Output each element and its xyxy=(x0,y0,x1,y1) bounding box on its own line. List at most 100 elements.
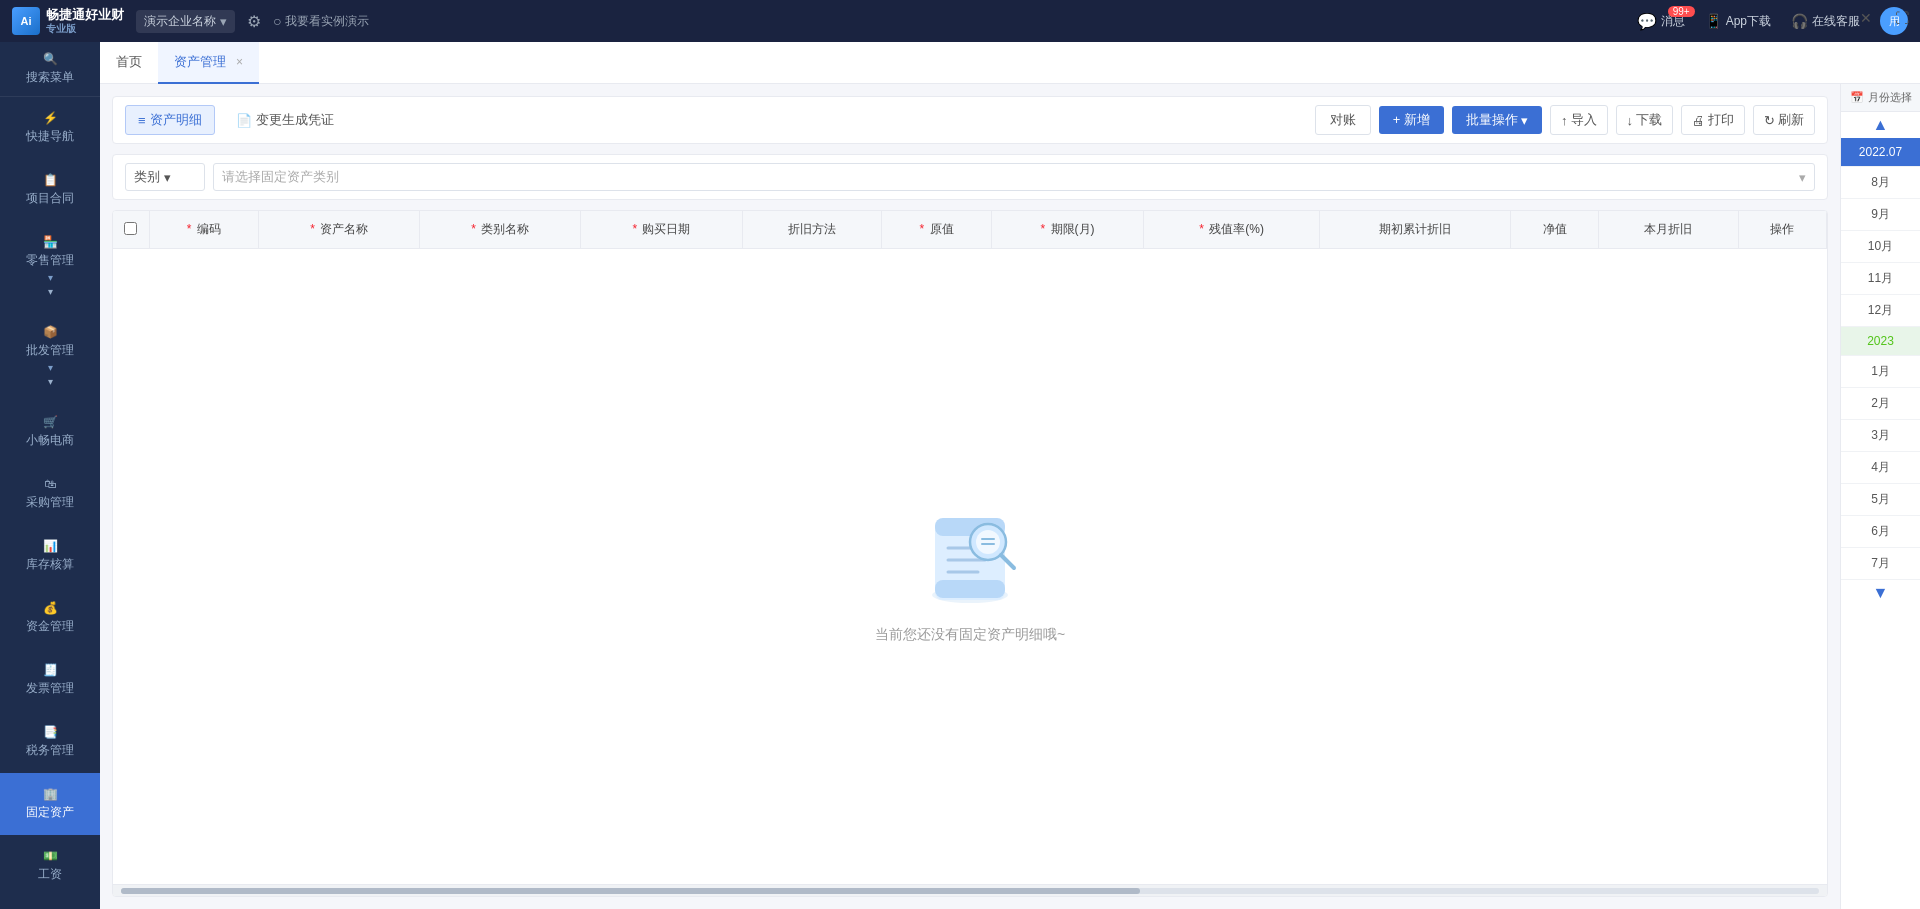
sidebar-item-invoice[interactable]: 🧾 发票管理 xyxy=(0,649,100,711)
purchase-icon: 🛍 xyxy=(44,477,56,491)
month-item-8[interactable]: 3月 xyxy=(1841,420,1920,452)
sidebar-item-operations[interactable]: 📈 经营管理 xyxy=(0,897,100,909)
home-tab-label: 首页 xyxy=(116,53,142,71)
download-icon: 📱 xyxy=(1705,13,1722,29)
checkbox-header[interactable] xyxy=(113,211,149,249)
category-label: 类别 xyxy=(134,168,160,186)
month-item-current[interactable]: 2022.07 xyxy=(1841,138,1920,167)
quick-nav-icon: ⚡ xyxy=(43,111,58,125)
headset-icon: 🎧 xyxy=(1791,13,1808,29)
app-logo: Ai 畅捷通好业财 专业版 xyxy=(12,7,124,35)
month-panel: 📅 月份选择 ▲ 2022.07 8月 9月 10月 11月 xyxy=(1840,84,1920,909)
finance-icon: 💰 xyxy=(43,601,58,615)
month-item-10[interactable]: 5月 xyxy=(1841,484,1920,516)
change-voucher-icon: 📄 xyxy=(236,113,252,128)
month-item-6[interactable]: 1月 xyxy=(1841,356,1920,388)
filter-toolbar: 类别 ▾ 请选择固定资产类别 ▾ xyxy=(112,154,1828,200)
data-table-container: * 编码 * 资产名称 * 类别名称 xyxy=(112,210,1828,897)
sidebar-search-label: 搜索菜单 xyxy=(26,69,74,86)
sidebar-item-finance[interactable]: 💰 资金管理 xyxy=(0,587,100,649)
sidebar-item-label: 项目合同 xyxy=(26,190,74,207)
tab-asset-management[interactable]: 资产管理 × xyxy=(158,42,259,84)
import-button[interactable]: ↑ 导入 xyxy=(1550,105,1608,135)
category-dropdown-icon: ▾ xyxy=(164,170,171,185)
tax-icon: 📑 xyxy=(43,725,58,739)
refresh-icon: ↻ xyxy=(1764,113,1775,128)
category-input[interactable]: 请选择固定资产类别 ▾ xyxy=(213,163,1815,191)
add-button[interactable]: + 新增 xyxy=(1379,106,1444,134)
month-item-1[interactable]: 9月 xyxy=(1841,199,1920,231)
duizhang-button[interactable]: 对账 xyxy=(1315,105,1371,135)
tab-home[interactable]: 首页 xyxy=(100,42,158,84)
category-placeholder: 请选择固定资产类别 xyxy=(222,168,339,186)
month-item-7[interactable]: 2月 xyxy=(1841,388,1920,420)
col-residual-rate: * 残值率(%) xyxy=(1144,211,1320,249)
sub-tab-label: 变更生成凭证 xyxy=(256,111,334,129)
month-item-0[interactable]: 8月 xyxy=(1841,167,1920,199)
month-item-4[interactable]: 12月 xyxy=(1841,295,1920,327)
demo-link[interactable]: ○ 我要看实例演示 xyxy=(273,13,369,30)
message-button[interactable]: 💬 消息 99+ xyxy=(1637,12,1685,31)
sidebar-item-tax[interactable]: 📑 税务管理 xyxy=(0,711,100,773)
sidebar-item-quick-nav[interactable]: ⚡ 快捷导航 xyxy=(0,97,100,159)
fixed-assets-icon: 🏢 xyxy=(43,787,58,801)
sidebar-item-search[interactable]: 🔍 搜索菜单 xyxy=(0,42,100,97)
sub-tab-change-voucher[interactable]: 📄 变更生成凭证 xyxy=(223,105,347,135)
month-item-9[interactable]: 4月 xyxy=(1841,452,1920,484)
batch-button[interactable]: 批量操作 ▾ xyxy=(1452,106,1542,134)
salary-icon: 💵 xyxy=(43,849,58,863)
month-item-2[interactable]: 10月 xyxy=(1841,231,1920,263)
arrow-icon: ▾ xyxy=(48,362,53,373)
month-up-nav[interactable]: ▲ xyxy=(1841,112,1920,138)
refresh-button[interactable]: ↻ 刷新 xyxy=(1753,105,1815,135)
message-badge: 99+ xyxy=(1668,6,1695,17)
sidebar-item-ecommerce[interactable]: 🛒 小畅电商 xyxy=(0,401,100,463)
company-name: 演示企业名称 xyxy=(144,13,216,30)
main-panel: ≡ 资产明细 📄 变更生成凭证 对账 + 新增 批量操作 ▾ xyxy=(100,84,1840,909)
col-purchase-date: * 购买日期 xyxy=(581,211,742,249)
print-button[interactable]: 🖨 打印 xyxy=(1681,105,1745,135)
col-net-value: 净值 xyxy=(1511,211,1599,249)
sidebar-item-salary[interactable]: 💵 工资 xyxy=(0,835,100,897)
bottom-scrollbar[interactable] xyxy=(113,884,1827,896)
page-content: ≡ 资产明细 📄 变更生成凭证 对账 + 新增 批量操作 ▾ xyxy=(100,84,1920,909)
month-item-12[interactable]: 7月 xyxy=(1841,548,1920,580)
month-panel-header: 📅 月份选择 xyxy=(1841,84,1920,112)
category-type-select[interactable]: 类别 ▾ xyxy=(125,163,205,191)
download-button[interactable]: ↓ 下载 xyxy=(1616,105,1674,135)
sidebar-item-fixed-assets[interactable]: 🏢 固定资产 xyxy=(0,773,100,835)
message-icon: 💬 xyxy=(1637,12,1657,31)
tab-close-icon[interactable]: × xyxy=(236,55,243,69)
month-item-3[interactable]: 11月 xyxy=(1841,263,1920,295)
company-selector[interactable]: 演示企业名称 ▾ xyxy=(136,10,235,33)
sidebar-item-inventory[interactable]: 📊 库存核算 xyxy=(0,525,100,587)
tab-bar: 首页 资产管理 × ✕ ⛶ xyxy=(100,42,1920,84)
sidebar-item-purchase[interactable]: 🛍 采购管理 xyxy=(0,463,100,525)
svg-point-8 xyxy=(976,530,1000,554)
data-table: * 编码 * 资产名称 * 类别名称 xyxy=(113,211,1827,249)
empty-text: 当前您还没有固定资产明细哦~ xyxy=(875,626,1065,644)
sidebar-item-label: 批发管理 xyxy=(26,342,74,359)
scroll-thumb xyxy=(121,888,1140,894)
app-download-button[interactable]: 📱 App下载 xyxy=(1705,13,1771,30)
settings-icon[interactable]: ⚙ xyxy=(247,12,261,31)
sidebar-item-wholesale[interactable]: 📦 批发管理 ▾ xyxy=(0,311,100,401)
month-down-nav[interactable]: ▼ xyxy=(1841,580,1920,606)
import-icon: ↑ xyxy=(1561,113,1568,128)
sidebar-item-retail[interactable]: 🏪 零售管理 ▾ xyxy=(0,221,100,311)
sidebar-item-label: 小畅电商 xyxy=(26,432,74,449)
top-bar: Ai 畅捷通好业财 专业版 演示企业名称 ▾ ⚙ ○ 我要看实例演示 💬 消息 … xyxy=(0,0,1920,42)
asset-management-tab-label: 资产管理 xyxy=(174,53,226,71)
sidebar-item-project[interactable]: 📋 项目合同 xyxy=(0,159,100,221)
sub-tab-asset-detail[interactable]: ≡ 资产明细 xyxy=(125,105,215,135)
sidebar-item-label: 工资 xyxy=(38,866,62,883)
month-item-11[interactable]: 6月 xyxy=(1841,516,1920,548)
col-original-value: * 原值 xyxy=(882,211,992,249)
select-all-checkbox[interactable] xyxy=(124,222,137,235)
toolbar-right: 对账 + 新增 批量操作 ▾ ↑ 导入 ↓ 下载 xyxy=(1315,105,1815,135)
sidebar-item-label: 零售管理 xyxy=(26,252,74,269)
app-name: 畅捷通好业财 xyxy=(46,7,124,23)
empty-illustration xyxy=(910,490,1030,610)
logo-icon: Ai xyxy=(12,7,40,35)
sidebar-item-label: 固定资产 xyxy=(26,804,74,821)
